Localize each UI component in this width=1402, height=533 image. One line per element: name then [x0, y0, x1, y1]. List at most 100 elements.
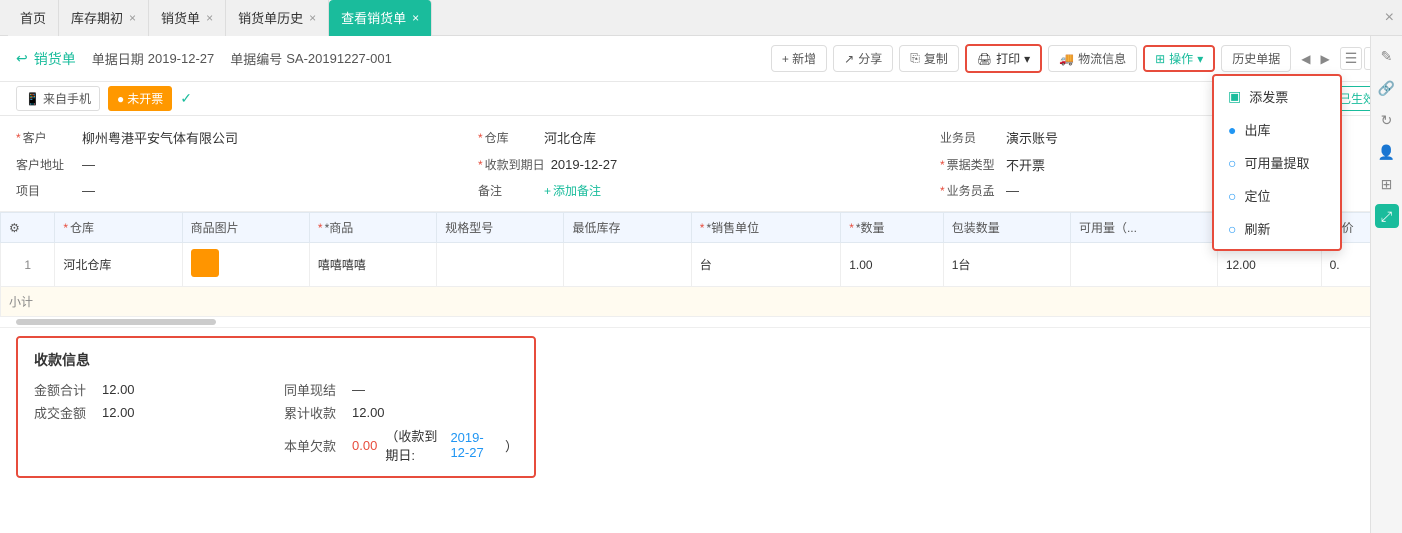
add-invoice-icon: ▣ — [1228, 88, 1241, 105]
dropdown-outbound[interactable]: ● 出库 — [1214, 113, 1340, 146]
list-view-button[interactable]: ☰ — [1340, 47, 1363, 70]
sidebar-expand-icon[interactable]: ⤢ — [1375, 204, 1399, 228]
transaction-value: 12.00 — [102, 405, 135, 420]
transaction-label: 成交金额 — [34, 403, 94, 422]
sales-order-icon: ↩ — [16, 50, 28, 67]
close-sales-tab[interactable]: × — [206, 11, 213, 25]
doc-icon-label: ↩ 销货单 — [16, 49, 76, 69]
window-close-button[interactable]: × — [1385, 9, 1394, 27]
ticket-type-label: 票据类型 — [940, 156, 1000, 173]
customer-field: 客户 柳州粤港平安气体有限公司 — [16, 128, 462, 147]
prev-button[interactable]: ◀ — [1297, 50, 1314, 68]
tab-home[interactable]: 首页 — [8, 0, 59, 36]
staff2-label: 业务员孟 — [940, 182, 1000, 199]
payment-date-label: 收款到期日 — [478, 156, 545, 173]
horizontal-scrollbar[interactable] — [16, 319, 216, 325]
data-table: ⚙ 仓库 商品图片 *商品 规格型号 最低库存 *销售单位 *数量 包装数量 可… — [0, 212, 1402, 317]
same-order-value: — — [352, 382, 365, 397]
outbound-label: 出库 — [1244, 120, 1270, 139]
sidebar-rotate-icon[interactable]: ↻ — [1375, 108, 1399, 132]
project-value: — — [82, 183, 462, 198]
confirm-icon: ✓ — [180, 90, 192, 107]
col-warehouse: 仓库 — [55, 213, 182, 243]
col-settings: ⚙ — [1, 213, 55, 243]
same-order-label: 同单现结 — [284, 380, 344, 399]
due-value: 0.00 — [352, 438, 377, 453]
table-row: 1 河北仓库 嘻嘻嘻嘻 台 1.00 1台 12.00 0. — [1, 243, 1402, 287]
payment-date-field: 收款到期日 2019-12-27 — [478, 155, 924, 174]
close-sales-history-tab[interactable]: × — [309, 11, 316, 25]
col-min-stock: 最低库存 — [564, 213, 691, 243]
dropdown-add-invoice[interactable]: ▣ 添发票 — [1214, 80, 1340, 113]
table-header-row: ⚙ 仓库 商品图片 *商品 规格型号 最低库存 *销售单位 *数量 包装数量 可… — [1, 213, 1402, 243]
doc-date-label: 单据日期 2019-12-27 — [92, 49, 215, 68]
copy-icon: ⎘ — [910, 51, 920, 66]
dropdown-refresh[interactable]: ○ 刷新 — [1214, 212, 1340, 245]
tab-check-sales[interactable]: 查看销货单 × — [329, 0, 432, 36]
staff-label: 业务员 — [940, 129, 1000, 146]
row-product-img — [182, 243, 309, 287]
col-product-img: 商品图片 — [182, 213, 309, 243]
total-value: 12.00 — [102, 382, 135, 397]
doc-meta: 单据日期 2019-12-27 单据编号 SA-20191227-001 — [92, 49, 392, 68]
add-invoice-label: 添发票 — [1249, 87, 1288, 106]
operation-button[interactable]: ⊞ 操作 ▾ — [1143, 45, 1215, 72]
main-content: ↩ 销货单 单据日期 2019-12-27 单据编号 SA-20191227-0… — [0, 36, 1402, 533]
tab-sales[interactable]: 销货单 × — [149, 0, 226, 36]
payment-date-value: 2019-12-27 — [551, 157, 924, 172]
project-label: 项目 — [16, 182, 76, 199]
tab-bar: 首页 库存期初 × 销货单 × 销货单历史 × 查看销货单 × × — [0, 0, 1402, 36]
row-available — [1070, 243, 1217, 287]
sidebar-edit-icon[interactable]: ✎ — [1375, 44, 1399, 68]
sidebar-link-icon[interactable]: 🔗 — [1375, 76, 1399, 100]
sidebar-table-icon[interactable]: ⊞ — [1375, 172, 1399, 196]
col-package-qty: 包装数量 — [943, 213, 1070, 243]
warehouse-value: 河北仓库 — [544, 128, 924, 147]
add-note-button[interactable]: + 添加备注 — [544, 182, 601, 199]
close-inventory-tab[interactable]: × — [129, 11, 136, 25]
form-area: 客户 柳州粤港平安气体有限公司 仓库 河北仓库 业务员 演示账号 客户地址 — … — [0, 116, 1402, 212]
col-unit: *销售单位 — [691, 213, 840, 243]
refresh-label: 刷新 — [1244, 219, 1270, 238]
col-available: 可用量（... — [1070, 213, 1217, 243]
due-label: 本单欠款 — [284, 436, 344, 455]
due-date: 2019-12-27 — [450, 430, 497, 460]
close-check-sales-tab[interactable]: × — [412, 11, 419, 25]
dropdown-locate[interactable]: ○ 定位 — [1214, 179, 1340, 212]
next-button[interactable]: ▶ — [1316, 50, 1333, 68]
address-field: 客户地址 — — [16, 155, 462, 174]
print-button[interactable]: 🖨 打印 ▾ — [965, 44, 1042, 73]
cumulative-value: 12.00 — [352, 405, 385, 420]
refresh-icon: ○ — [1228, 221, 1236, 237]
project-field: 项目 — — [16, 182, 462, 199]
secondary-toolbar: 📱 来自手机 ● 未开票 ✓ ✓ 已核销 ✓ 已生效 — [0, 82, 1402, 116]
print-icon: 🖨 — [977, 52, 992, 66]
share-button[interactable]: ↗ 分享 — [833, 45, 893, 72]
cumulative-label: 累计收款 — [284, 403, 344, 422]
available-qty-label: 可用量提取 — [1244, 153, 1309, 172]
locate-label: 定位 — [1244, 186, 1270, 205]
not-open-button[interactable]: ● 未开票 — [108, 86, 172, 111]
address-label: 客户地址 — [16, 156, 76, 173]
warehouse-label: 仓库 — [478, 129, 538, 146]
logistics-button[interactable]: 🚚 物流信息 — [1048, 45, 1137, 72]
row-quantity: 1.00 — [841, 243, 943, 287]
row-package-qty: 1台 — [943, 243, 1070, 287]
tab-sales-history[interactable]: 销货单历史 × — [226, 0, 329, 36]
document-header: ↩ 销货单 单据日期 2019-12-27 单据编号 SA-20191227-0… — [0, 36, 1402, 82]
history-button[interactable]: 历史单据 — [1221, 45, 1291, 72]
dropdown-available-qty[interactable]: ○ 可用量提取 — [1214, 146, 1340, 179]
col-product: *商品 — [309, 213, 436, 243]
new-button[interactable]: + 新增 — [771, 45, 827, 72]
phone-button[interactable]: 📱 来自手机 — [16, 86, 100, 111]
copy-button[interactable]: ⎘ 复制 — [899, 45, 959, 72]
sidebar-person-icon[interactable]: 👤 — [1375, 140, 1399, 164]
logistics-icon: 🚚 — [1059, 52, 1074, 66]
doc-title: 销货单 — [34, 49, 76, 69]
tab-inventory[interactable]: 库存期初 × — [59, 0, 149, 36]
phone-icon: 📱 — [25, 92, 40, 106]
due-end: ） — [505, 436, 518, 455]
row-warehouse: 河北仓库 — [55, 243, 182, 287]
payment-grid: 金额合计 12.00 同单现结 — 成交金额 12.00 累计收款 12.00 … — [34, 380, 518, 464]
right-sidebar: ✎ 🔗 ↻ 👤 ⊞ ⤢ — [1370, 36, 1402, 533]
